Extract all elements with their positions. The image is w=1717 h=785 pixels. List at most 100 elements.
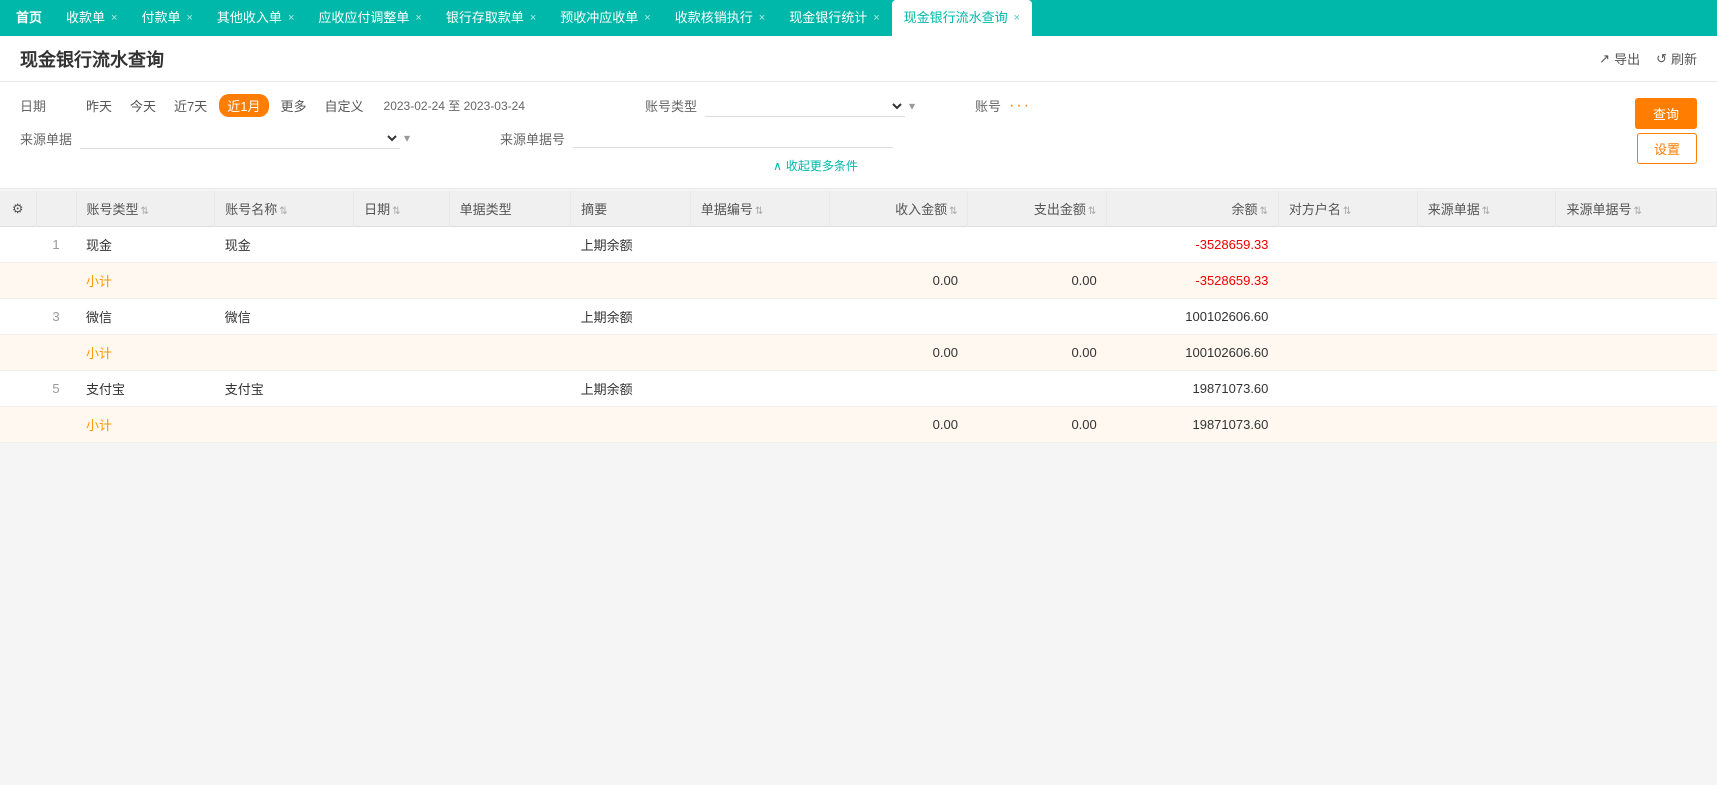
row-balance: 19871073.60: [1107, 407, 1279, 443]
sort-source-no-icon: ⇅: [1633, 206, 1641, 217]
nav-ar-ap-close[interactable]: ×: [415, 0, 421, 36]
row-account-name: [215, 263, 354, 299]
row-source-no: [1556, 371, 1717, 407]
row-doc-no: [690, 263, 829, 299]
date-opt-today[interactable]: 今天: [124, 94, 162, 117]
row-summary: [571, 335, 691, 371]
nav-other-income[interactable]: 其他收入单 ×: [205, 0, 306, 36]
nav-collection-close[interactable]: ×: [759, 0, 765, 36]
header-actions: ↗ 导出 ↺ 刷新: [1599, 49, 1697, 68]
row-account-type: 支付宝: [76, 371, 215, 407]
source-no-input[interactable]: [573, 128, 893, 148]
settings-button[interactable]: 设置: [1637, 133, 1697, 164]
sort-counterpart-icon: ⇅: [1343, 206, 1351, 217]
nav-bank-deposit-close[interactable]: ×: [530, 0, 536, 36]
row-source-doc: [1417, 227, 1556, 263]
row-date: [354, 263, 450, 299]
date-opt-yesterday[interactable]: 昨天: [80, 94, 118, 117]
sort-account-name-icon: ⇅: [279, 206, 287, 217]
col-date[interactable]: 日期⇅: [354, 191, 450, 227]
source-no-label: 来源单据号: [500, 129, 565, 148]
col-doc-type: 单据类型: [449, 191, 571, 227]
refresh-icon: ↺: [1656, 51, 1667, 67]
collapse-label: 收起更多条件: [786, 157, 858, 174]
row-doc-type: [449, 335, 571, 371]
row-doc-no: [690, 227, 829, 263]
nav-cash-flow-close[interactable]: ×: [1014, 0, 1020, 36]
collapse-icon: ∧: [773, 159, 782, 173]
row-account-type: 小计: [76, 263, 215, 299]
refresh-button[interactable]: ↺ 刷新: [1656, 49, 1697, 68]
nav-cash-bank-stat[interactable]: 现金银行统计 ×: [777, 0, 891, 36]
account-type-arrow-icon: ▾: [909, 99, 915, 113]
date-opt-custom[interactable]: 自定义: [319, 94, 370, 117]
col-expense[interactable]: 支出金额⇅: [968, 191, 1107, 227]
col-source-no[interactable]: 来源单据号⇅: [1556, 191, 1717, 227]
row-account-name: [215, 335, 354, 371]
query-button[interactable]: 查询: [1635, 98, 1697, 129]
row-counterpart: [1278, 407, 1417, 443]
nav-collection[interactable]: 收款核销执行 ×: [663, 0, 777, 36]
row-source-no: [1556, 299, 1717, 335]
table-row: 小计 0.00 0.00 -3528659.33: [0, 263, 1717, 299]
col-balance[interactable]: 余额⇅: [1107, 191, 1279, 227]
export-icon: ↗: [1599, 51, 1610, 67]
nav-bank-deposit[interactable]: 银行存取款单 ×: [434, 0, 548, 36]
row-income: 0.00: [829, 263, 968, 299]
row-counterpart: [1278, 263, 1417, 299]
nav-cash-stat-close[interactable]: ×: [873, 0, 879, 36]
nav-bank-deposit-label: 银行存取款单: [446, 0, 524, 36]
row-source-doc: [1417, 407, 1556, 443]
account-type-select[interactable]: 现金 微信 支付宝: [705, 95, 905, 117]
row-account-type: 现金: [76, 227, 215, 263]
row-source-doc: [1417, 371, 1556, 407]
row-account-name: 支付宝: [215, 371, 354, 407]
date-filter-label: 日期: [20, 96, 80, 115]
nav-payment-close[interactable]: ×: [186, 0, 192, 36]
row-date: [354, 371, 450, 407]
row-gear-cell: [0, 371, 36, 407]
row-gear-cell: [0, 335, 36, 371]
row-expense: [968, 371, 1107, 407]
sort-source-doc-icon: ⇅: [1482, 206, 1490, 217]
row-seq: 3: [36, 299, 76, 335]
row-gear-cell: [0, 407, 36, 443]
date-opt-more[interactable]: 更多: [275, 94, 313, 117]
row-balance: -3528659.33: [1107, 263, 1279, 299]
col-counterpart[interactable]: 对方户名⇅: [1278, 191, 1417, 227]
row-doc-type: [449, 227, 571, 263]
nav-cash-flow[interactable]: 现金银行流水查询 ×: [892, 0, 1032, 36]
sort-account-type-icon: ⇅: [141, 206, 149, 217]
nav-home[interactable]: 首页: [4, 0, 54, 36]
nav-prepay[interactable]: 预收冲应收单 ×: [548, 0, 662, 36]
col-doc-no[interactable]: 单据编号⇅: [690, 191, 829, 227]
row-account-type: 小计: [76, 407, 215, 443]
table-row: 小计 0.00 0.00 19871073.60: [0, 407, 1717, 443]
date-opt-7days[interactable]: 近7天: [168, 94, 213, 117]
nav-receipt[interactable]: 收款单 ×: [54, 0, 129, 36]
row-gear-cell: [0, 227, 36, 263]
col-income[interactable]: 收入金额⇅: [829, 191, 968, 227]
nav-other-income-close[interactable]: ×: [288, 0, 294, 36]
nav-cash-stat-label: 现金银行统计: [789, 0, 867, 36]
row-source-no: [1556, 407, 1717, 443]
nav-ar-ap-adjust[interactable]: 应收应付调整单 ×: [306, 0, 433, 36]
row-summary: 上期余额: [571, 227, 691, 263]
account-dots-button[interactable]: ···: [1009, 97, 1031, 115]
col-account-name[interactable]: 账号名称⇅: [215, 191, 354, 227]
col-source-doc[interactable]: 来源单据⇅: [1417, 191, 1556, 227]
row-seq: 1: [36, 227, 76, 263]
date-opt-1month[interactable]: 近1月: [219, 94, 268, 117]
nav-prepay-close[interactable]: ×: [644, 0, 650, 36]
collapse-bar[interactable]: ∧ 收起更多条件: [20, 153, 1611, 176]
col-gear[interactable]: ⚙: [0, 191, 36, 227]
row-account-name: [215, 407, 354, 443]
nav-receipt-close[interactable]: ×: [111, 0, 117, 36]
page-header: 现金银行流水查询 ↗ 导出 ↺ 刷新: [0, 36, 1717, 82]
top-nav: 首页 收款单 × 付款单 × 其他收入单 × 应收应付调整单 × 银行存取款单 …: [0, 0, 1717, 36]
col-account-type[interactable]: 账号类型⇅: [76, 191, 215, 227]
source-doc-select[interactable]: [80, 127, 400, 149]
row-doc-type: [449, 407, 571, 443]
export-button[interactable]: ↗ 导出: [1599, 49, 1640, 68]
nav-payment[interactable]: 付款单 ×: [129, 0, 204, 36]
